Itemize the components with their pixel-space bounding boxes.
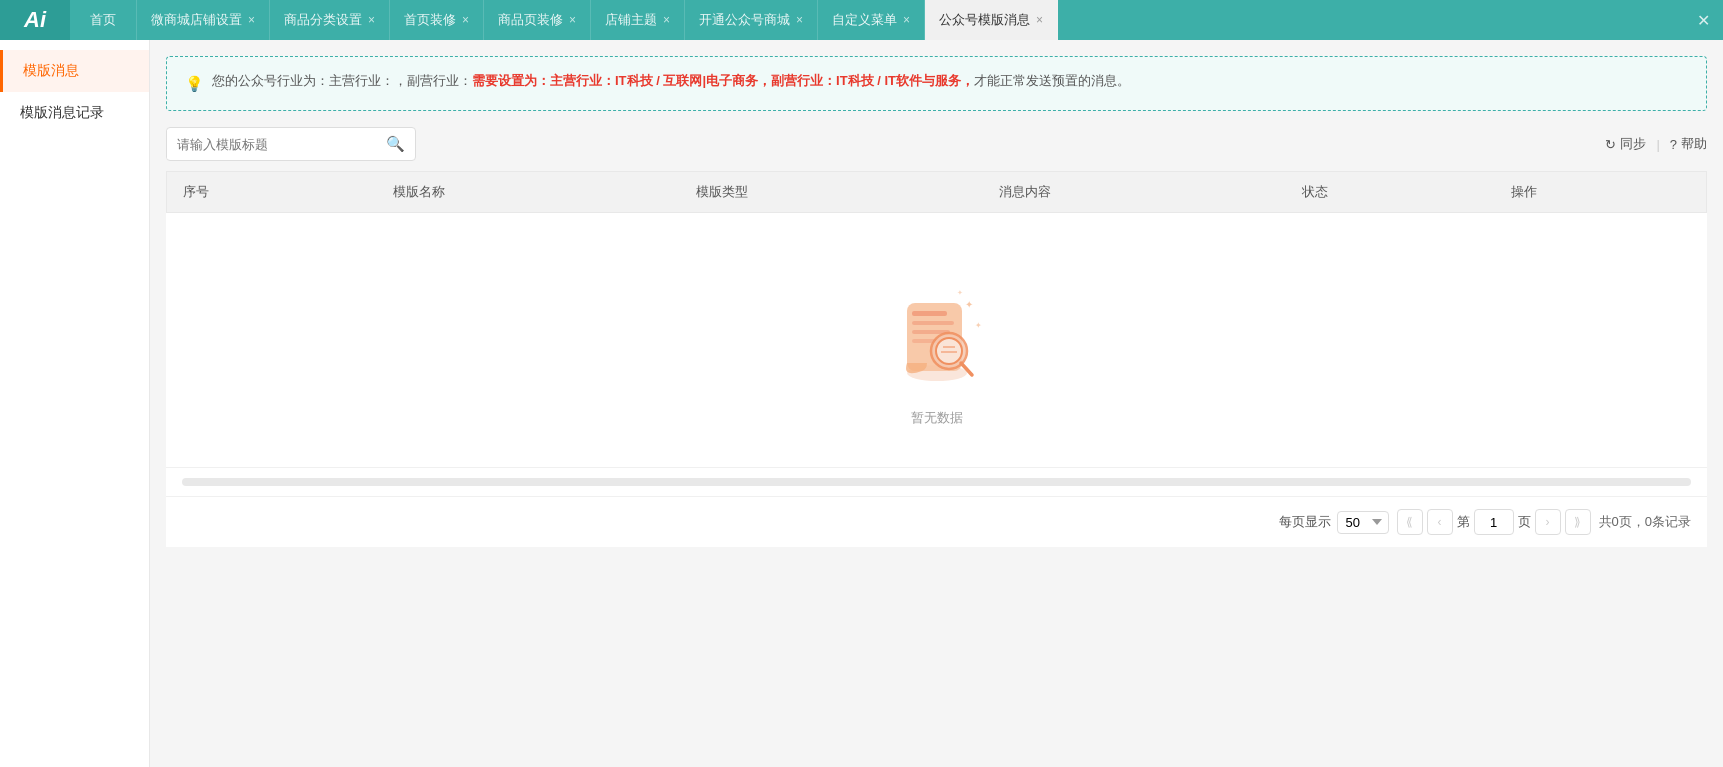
tab-close-custom-menu[interactable]: × bbox=[903, 13, 910, 27]
tab-label-category: 商品分类设置 bbox=[284, 11, 362, 29]
page-label-after: 页 bbox=[1518, 513, 1531, 531]
tab-item-theme[interactable]: 店铺主题 × bbox=[591, 0, 685, 40]
notice-text-before: 您的公众号行业为：主营行业：，副营行业： bbox=[212, 73, 472, 88]
table-container: 序号模版名称模版类型消息内容状态操作 bbox=[166, 171, 1707, 547]
tab-close-template-msg[interactable]: × bbox=[1036, 13, 1043, 27]
prev-page-button[interactable]: ‹ bbox=[1427, 509, 1453, 535]
per-page: 每页显示 102050100 bbox=[1279, 511, 1389, 534]
tab-label-theme: 店铺主题 bbox=[605, 11, 657, 29]
tab-close-weshop[interactable]: × bbox=[248, 13, 255, 27]
per-page-select[interactable]: 102050100 bbox=[1337, 511, 1389, 534]
table-col-状态: 状态 bbox=[1286, 172, 1495, 213]
toolbar-right: ↻ 同步 | ? 帮助 bbox=[1605, 135, 1707, 153]
logo: Ai bbox=[0, 0, 70, 40]
tab-label-custom-menu: 自定义菜单 bbox=[832, 11, 897, 29]
sync-button[interactable]: ↻ 同步 bbox=[1605, 135, 1646, 153]
tab-item-custom-menu[interactable]: 自定义菜单 × bbox=[818, 0, 925, 40]
tab-close-theme[interactable]: × bbox=[663, 13, 670, 27]
tab-label-template-msg: 公众号模版消息 bbox=[939, 11, 1030, 29]
svg-text:✦: ✦ bbox=[957, 289, 963, 296]
table-col-模版名称: 模版名称 bbox=[377, 172, 680, 213]
tab-label-product: 商品页装修 bbox=[498, 11, 563, 29]
tab-item-wechat-shop[interactable]: 开通公众号商城 × bbox=[685, 0, 818, 40]
page-number-input[interactable] bbox=[1474, 509, 1514, 535]
empty-text: 暂无数据 bbox=[911, 409, 963, 427]
tab-item-product[interactable]: 商品页装修 × bbox=[484, 0, 591, 40]
sidebar: 模版消息模版消息记录 bbox=[0, 40, 150, 767]
tab-item-home[interactable]: 首页 bbox=[70, 0, 137, 40]
table-col-操作: 操作 bbox=[1495, 172, 1706, 213]
next-page-button[interactable]: › bbox=[1535, 509, 1561, 535]
search-box: 🔍 bbox=[166, 127, 416, 161]
table-col-模版类型: 模版类型 bbox=[680, 172, 983, 213]
toolbar: 🔍 ↻ 同步 | ? 帮助 bbox=[166, 127, 1707, 161]
last-page-button[interactable]: ⟫ bbox=[1565, 509, 1591, 535]
svg-rect-3 bbox=[912, 321, 954, 325]
toolbar-divider: | bbox=[1656, 137, 1659, 152]
notice-box: 💡 您的公众号行业为：主营行业：，副营行业：需要设置为：主营行业：IT科技 / … bbox=[166, 56, 1707, 111]
notice-highlight: 需要设置为：主营行业：IT科技 / 互联网|电子商务，副营行业：IT科技 / I… bbox=[472, 73, 974, 88]
table-col-序号: 序号 bbox=[167, 172, 378, 213]
tab-item-homepage[interactable]: 首页装修 × bbox=[390, 0, 484, 40]
search-input[interactable] bbox=[167, 130, 376, 159]
first-page-button[interactable]: ⟪ bbox=[1397, 509, 1423, 535]
tab-close-category[interactable]: × bbox=[368, 13, 375, 27]
sidebar-item-template-msg[interactable]: 模版消息 bbox=[0, 50, 149, 92]
nav-close-button[interactable]: ✕ bbox=[1683, 0, 1723, 40]
fake-scrollbar[interactable] bbox=[182, 478, 1691, 486]
tab-list: 首页微商城店铺设置 ×商品分类设置 ×首页装修 ×商品页装修 ×店铺主题 ×开通… bbox=[70, 0, 1683, 40]
tab-label-weshop: 微商城店铺设置 bbox=[151, 11, 242, 29]
notice-text-after: 才能正常发送预置的消息。 bbox=[974, 73, 1130, 88]
tab-close-wechat-shop[interactable]: × bbox=[796, 13, 803, 27]
sync-label: 同步 bbox=[1620, 135, 1646, 153]
tab-label-wechat-shop: 开通公众号商城 bbox=[699, 11, 790, 29]
tab-item-category[interactable]: 商品分类设置 × bbox=[270, 0, 390, 40]
data-table: 序号模版名称模版类型消息内容状态操作 bbox=[166, 171, 1707, 213]
sync-icon: ↻ bbox=[1605, 137, 1616, 152]
tab-close-homepage[interactable]: × bbox=[462, 13, 469, 27]
top-nav: Ai 首页微商城店铺设置 ×商品分类设置 ×首页装修 ×商品页装修 ×店铺主题 … bbox=[0, 0, 1723, 40]
page-nav: ⟪ ‹ 第 页 › ⟫ bbox=[1397, 509, 1591, 535]
content-area: 💡 您的公众号行业为：主营行业：，副营行业：需要设置为：主营行业：IT科技 / … bbox=[150, 40, 1723, 767]
empty-icon: ✦ ✦ ✦ bbox=[877, 273, 997, 393]
empty-state: ✦ ✦ ✦ 暂无数据 bbox=[166, 213, 1707, 467]
svg-text:✦: ✦ bbox=[975, 321, 982, 330]
tab-label-home: 首页 bbox=[90, 11, 116, 29]
table-header: 序号模版名称模版类型消息内容状态操作 bbox=[167, 172, 1707, 213]
help-button[interactable]: ? 帮助 bbox=[1670, 135, 1707, 153]
tab-item-weshop[interactable]: 微商城店铺设置 × bbox=[137, 0, 270, 40]
tab-label-homepage: 首页装修 bbox=[404, 11, 456, 29]
notice-text: 您的公众号行业为：主营行业：，副营行业：需要设置为：主营行业：IT科技 / 互联… bbox=[212, 71, 1130, 92]
search-button[interactable]: 🔍 bbox=[376, 128, 415, 160]
page-label-before: 第 bbox=[1457, 513, 1470, 531]
help-icon: ? bbox=[1670, 137, 1677, 152]
scrollbar-area bbox=[166, 467, 1707, 496]
pagination: 每页显示 102050100 ⟪ ‹ 第 页 › ⟫ 共0页，0条记录 bbox=[166, 496, 1707, 547]
help-label: 帮助 bbox=[1681, 135, 1707, 153]
total-info: 共0页，0条记录 bbox=[1599, 513, 1691, 531]
table-header-row: 序号模版名称模版类型消息内容状态操作 bbox=[167, 172, 1707, 213]
tab-close-product[interactable]: × bbox=[569, 13, 576, 27]
svg-text:✦: ✦ bbox=[965, 299, 973, 310]
notice-icon: 💡 bbox=[185, 72, 204, 96]
table-col-消息内容: 消息内容 bbox=[983, 172, 1286, 213]
tab-item-template-msg[interactable]: 公众号模版消息 × bbox=[925, 0, 1058, 40]
svg-rect-2 bbox=[912, 311, 947, 316]
sidebar-item-template-record[interactable]: 模版消息记录 bbox=[0, 92, 149, 134]
main-layout: 模版消息模版消息记录 💡 您的公众号行业为：主营行业：，副营行业：需要设置为：主… bbox=[0, 40, 1723, 767]
per-page-label: 每页显示 bbox=[1279, 513, 1331, 531]
